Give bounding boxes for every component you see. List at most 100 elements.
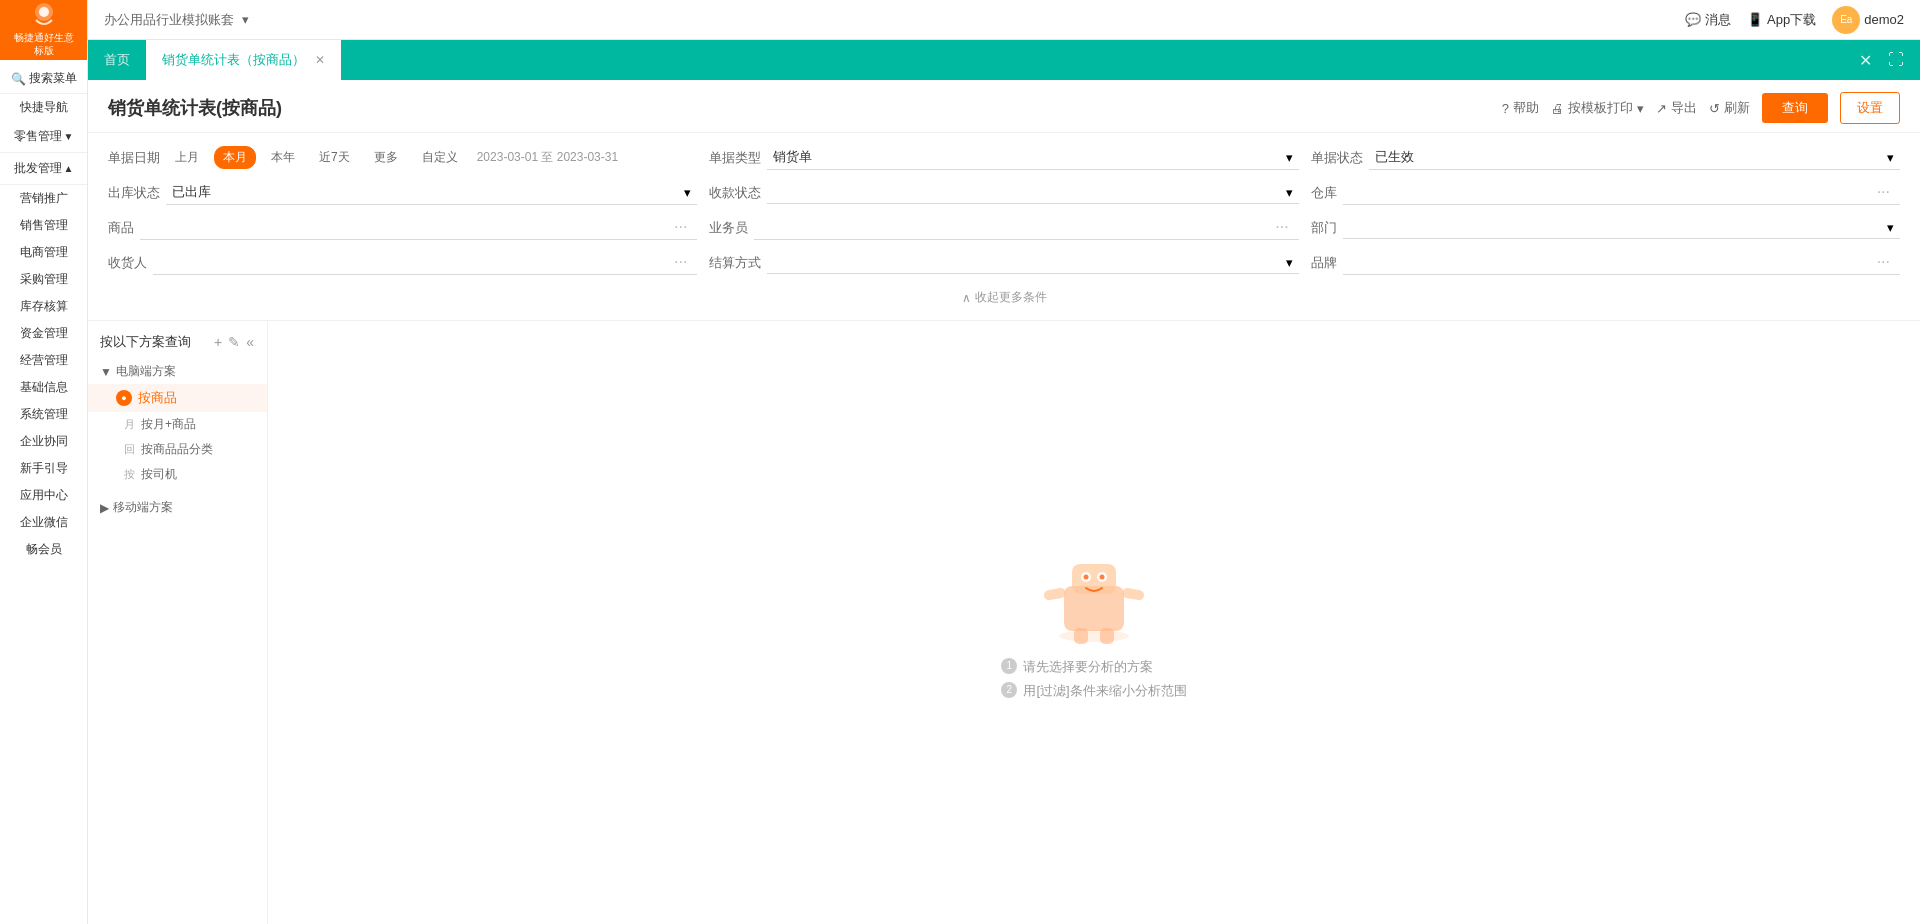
scheme-active-dot: ● xyxy=(116,390,132,406)
scheme-group-pc-title[interactable]: ▼ 电脑端方案 xyxy=(88,359,267,384)
receiver-select[interactable]: ··· xyxy=(153,250,697,275)
sidebar-item-wechat[interactable]: 企业微信 xyxy=(0,509,87,536)
brand-select[interactable]: ··· xyxy=(1343,250,1900,275)
scheme-add-icon[interactable]: + xyxy=(213,333,223,351)
search-icon: 🔍 xyxy=(11,72,26,86)
collect-status-chevron-icon: ▾ xyxy=(1286,185,1293,200)
goods-field: 商品 ··· xyxy=(108,215,697,240)
out-status-field: 出库状态 已出库 ▾ xyxy=(108,180,697,205)
workspace-selector[interactable]: 办公用品行业模拟账套 ▾ xyxy=(104,11,249,29)
tab-fullscreen-button[interactable]: ⛶ xyxy=(1884,49,1908,71)
receiver-dots-icon[interactable]: ··· xyxy=(670,253,691,271)
sidebar-item-ecommerce[interactable]: 电商管理 xyxy=(0,239,87,266)
tab-sales-stat[interactable]: 销货单统计表（按商品） ✕ xyxy=(146,40,341,80)
sidebar-item-sales[interactable]: 销售管理 xyxy=(0,212,87,239)
receiver-label: 收货人 xyxy=(108,254,147,272)
scheme-item-by-goods-cat[interactable]: 回 按商品品分类 xyxy=(88,437,267,462)
brand-field: 品牌 ··· xyxy=(1311,250,1900,275)
tab-close-all-button[interactable]: ✕ xyxy=(1855,49,1876,72)
doc-type-field: 单据类型 销货单 ▾ xyxy=(709,145,1298,170)
warehouse-dots-icon[interactable]: ··· xyxy=(1873,183,1894,201)
goods-select[interactable]: ··· xyxy=(140,215,697,240)
collapse-up-icon: ∧ xyxy=(962,291,971,305)
sidebar-item-quick-nav[interactable]: 快捷导航 xyxy=(0,94,87,121)
content-area: 销货单统计表(按商品) ? 帮助 🖨 按模板打印 ▾ ↗ 导出 ↺ 刷新 xyxy=(88,80,1920,924)
filter-row-2: 出库状态 已出库 ▾ 收款状态 ▾ 仓库 xyxy=(108,180,1900,205)
query-button[interactable]: 查询 xyxy=(1762,93,1828,123)
app-download-button[interactable]: 📱 App下载 xyxy=(1747,11,1816,29)
tip-text-1: 请先选择要分析的方案 xyxy=(1023,658,1153,676)
scheme-collapse-icon[interactable]: « xyxy=(245,333,255,351)
date-last-month-btn[interactable]: 上月 xyxy=(166,146,208,169)
search-menu[interactable]: 🔍 搜索菜单 xyxy=(0,60,87,94)
warehouse-field: 仓库 ··· xyxy=(1311,180,1900,205)
date-more-btn[interactable]: 更多 xyxy=(365,146,407,169)
sidebar-item-apps[interactable]: 应用中心 xyxy=(0,482,87,509)
refresh-icon: ↺ xyxy=(1709,101,1720,116)
empty-tips: 1 请先选择要分析的方案 2 用[过滤]条件来缩小分析范围 xyxy=(1001,658,1186,700)
sidebar-item-guide[interactable]: 新手引导 xyxy=(0,455,87,482)
date-this-year-btn[interactable]: 本年 xyxy=(262,146,304,169)
scheme-group-pc: ▼ 电脑端方案 ● 按商品 月 按月+商品 回 按商品品分类 xyxy=(88,355,267,491)
sidebar-item-operations[interactable]: 经营管理 xyxy=(0,347,87,374)
sidebar-item-retail-label: 零售管理 xyxy=(14,128,62,145)
svg-rect-10 xyxy=(1121,587,1144,601)
help-button[interactable]: ? 帮助 xyxy=(1502,99,1539,117)
svg-point-7 xyxy=(1084,574,1089,579)
goods-dots-icon[interactable]: ··· xyxy=(670,218,691,236)
scheme-item-by-printer[interactable]: 按 按司机 xyxy=(88,462,267,487)
tab-close-icon[interactable]: ✕ xyxy=(315,53,325,67)
message-button[interactable]: 💬 消息 xyxy=(1685,11,1731,29)
doc-status-value: 已生效 xyxy=(1375,148,1414,166)
sidebar-item-system[interactable]: 系统管理 xyxy=(0,401,87,428)
sidebar-item-collab[interactable]: 企业协同 xyxy=(0,428,87,455)
brand-dots-icon[interactable]: ··· xyxy=(1873,253,1894,271)
filter-row-4: 收货人 ··· 结算方式 ▾ 品牌 xyxy=(108,250,1900,275)
filter-area: 单据日期 上月 本月 本年 近7天 更多 自定义 2023-03-01 至 20… xyxy=(88,133,1920,321)
scheme-item-by-goods[interactable]: ● 按商品 xyxy=(88,384,267,412)
collapse-button[interactable]: ∧ 收起更多条件 xyxy=(962,289,1047,306)
refresh-button[interactable]: ↺ 刷新 xyxy=(1709,99,1750,117)
sidebar-item-retail[interactable]: 零售管理 ▼ xyxy=(0,121,87,153)
sidebar-item-stock[interactable]: 库存核算 xyxy=(0,293,87,320)
sidebar-item-wholesale[interactable]: 批发管理 ▲ xyxy=(0,153,87,185)
out-status-select[interactable]: 已出库 ▾ xyxy=(166,180,697,205)
user-menu[interactable]: Ea demo2 xyxy=(1832,6,1904,34)
tab-bar-actions: ✕ ⛶ xyxy=(1855,49,1920,72)
sidebar-item-finance[interactable]: 资金管理 xyxy=(0,320,87,347)
doc-status-select[interactable]: 已生效 ▾ xyxy=(1369,145,1900,170)
tip-num-2: 2 xyxy=(1001,682,1017,698)
filter-row-3: 商品 ··· 业务员 ··· 部门 xyxy=(108,215,1900,240)
scheme-group-mobile: ▶ 移动端方案 xyxy=(88,491,267,524)
settings-button[interactable]: 设置 xyxy=(1840,92,1900,124)
date-custom-btn[interactable]: 自定义 xyxy=(413,146,467,169)
scheme-item-by-month-goods[interactable]: 月 按月+商品 xyxy=(88,412,267,437)
sidebar-item-member[interactable]: 畅会员 xyxy=(0,536,87,563)
sidebar-item-purchase[interactable]: 采购管理 xyxy=(0,266,87,293)
user-label: demo2 xyxy=(1864,12,1904,27)
empty-state: 1 请先选择要分析的方案 2 用[过滤]条件来缩小分析范围 xyxy=(268,321,1920,924)
warehouse-label: 仓库 xyxy=(1311,184,1337,202)
collect-status-select[interactable]: ▾ xyxy=(767,182,1298,204)
staff-dots-icon[interactable]: ··· xyxy=(1271,218,1292,236)
doc-type-select[interactable]: 销货单 ▾ xyxy=(767,145,1298,170)
doc-type-value: 销货单 xyxy=(773,148,812,166)
settle-select[interactable]: ▾ xyxy=(767,252,1298,274)
tab-home[interactable]: 首页 xyxy=(88,40,146,80)
date-last7-btn[interactable]: 近7天 xyxy=(310,146,359,169)
svg-rect-4 xyxy=(1072,564,1116,594)
dept-select[interactable]: ▾ xyxy=(1343,217,1900,239)
out-status-value: 已出库 xyxy=(172,183,211,201)
doc-status-chevron-icon: ▾ xyxy=(1887,150,1894,165)
sidebar-item-basicinfo[interactable]: 基础信息 xyxy=(0,374,87,401)
staff-label: 业务员 xyxy=(709,219,748,237)
scheme-edit-icon[interactable]: ✎ xyxy=(227,333,241,351)
warehouse-select[interactable]: ··· xyxy=(1343,180,1900,205)
date-this-month-btn[interactable]: 本月 xyxy=(214,146,256,169)
sidebar-item-marketing[interactable]: 营销推广 xyxy=(0,185,87,212)
export-button[interactable]: ↗ 导出 xyxy=(1656,99,1697,117)
scheme-group-mobile-title[interactable]: ▶ 移动端方案 xyxy=(88,495,267,520)
print-template-button[interactable]: 🖨 按模板打印 ▾ xyxy=(1551,99,1644,117)
settle-chevron-icon: ▾ xyxy=(1286,255,1293,270)
staff-select[interactable]: ··· xyxy=(754,215,1298,240)
